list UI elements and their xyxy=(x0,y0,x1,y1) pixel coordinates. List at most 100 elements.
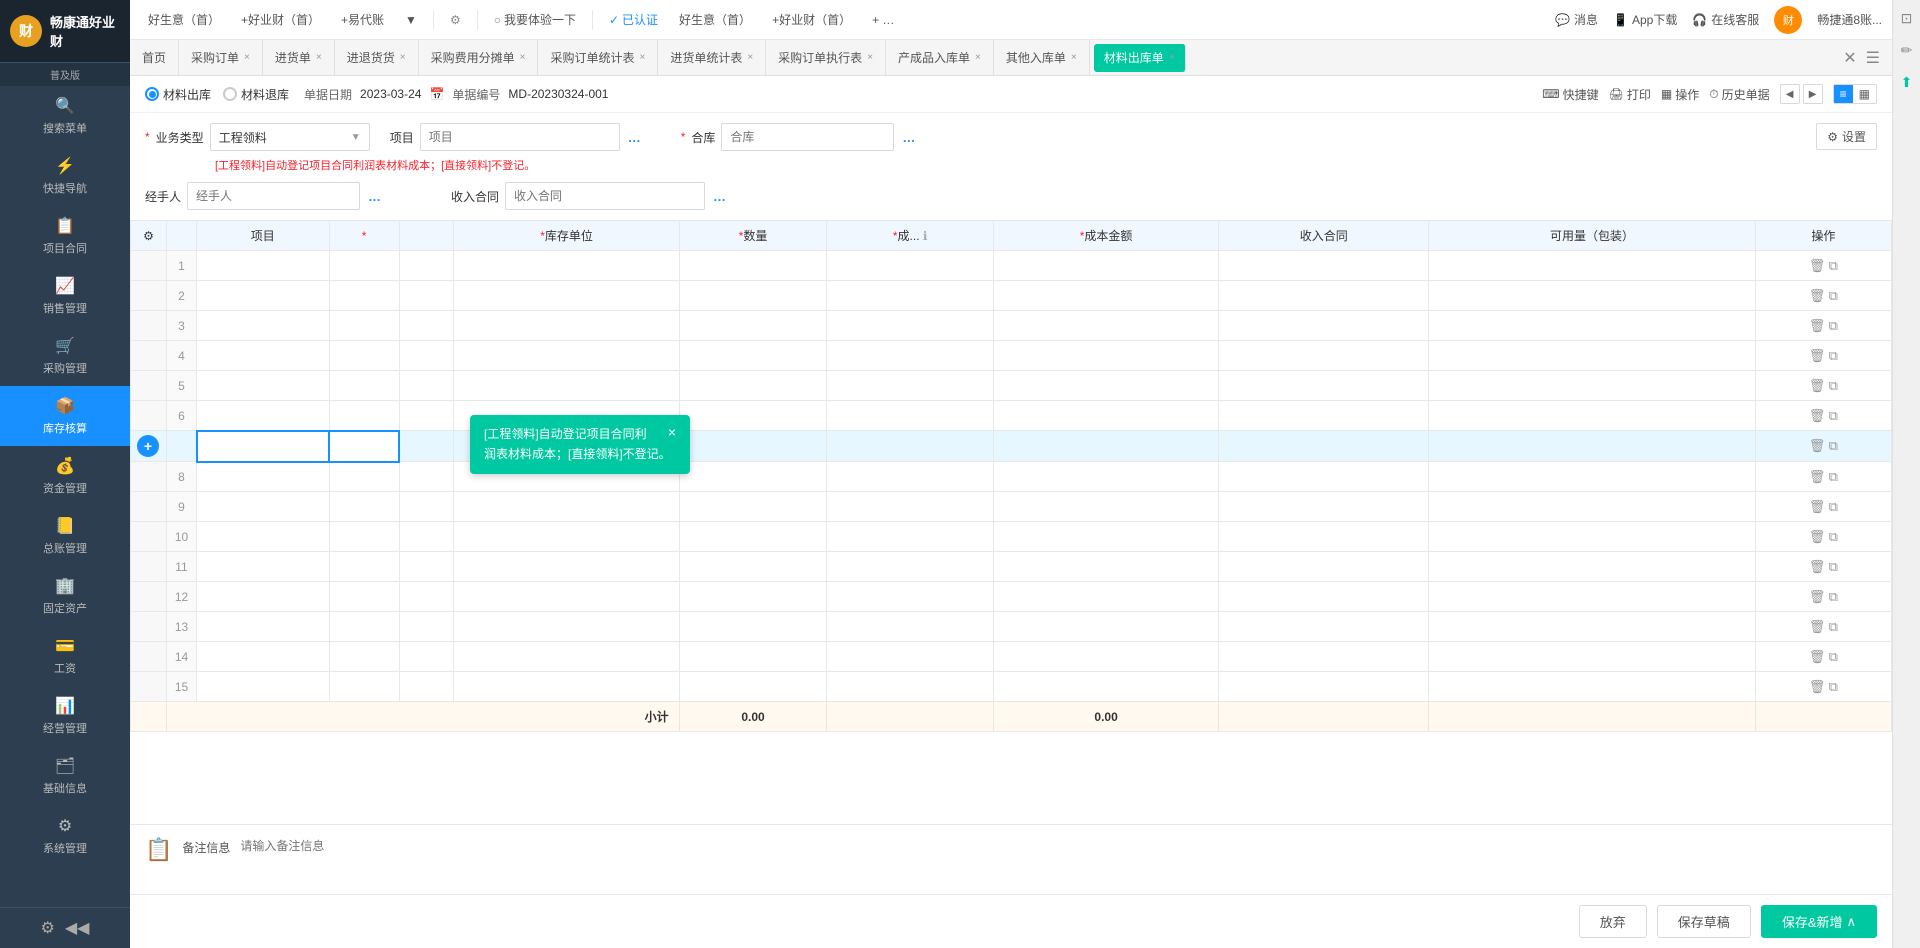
nav-gear-btn[interactable]: ⚙ xyxy=(442,0,469,40)
td-cost-amount[interactable] xyxy=(993,642,1218,672)
td-stock-unit[interactable] xyxy=(454,251,679,281)
td-material[interactable] xyxy=(329,341,399,371)
td-project[interactable] xyxy=(197,371,330,401)
tab-close-icon[interactable]: × xyxy=(520,52,526,63)
delete-icon[interactable]: 🗑 xyxy=(1809,499,1826,514)
copy-icon[interactable]: ⧉ xyxy=(1829,258,1838,273)
td-cost-price[interactable] xyxy=(827,371,994,401)
td-cost-amount[interactable] xyxy=(993,612,1218,642)
delete-icon[interactable]: 🗑 xyxy=(1809,378,1826,393)
td-stock-unit[interactable] xyxy=(454,371,679,401)
copy-icon[interactable]: ⧉ xyxy=(1829,348,1838,363)
shortcut-btn[interactable]: ⌨ 快捷键 xyxy=(1542,86,1598,103)
td-stock-unit[interactable] xyxy=(454,582,679,612)
td-spec[interactable] xyxy=(399,281,454,311)
td-spec[interactable] xyxy=(399,371,454,401)
add-row-icon[interactable]: + xyxy=(137,435,159,457)
nav-more[interactable]: + … xyxy=(864,0,902,40)
td-project[interactable] xyxy=(197,642,330,672)
nav-haoyecai[interactable]: +好业财（首） xyxy=(233,0,328,40)
sidebar-item-management[interactable]: 📊 经营管理 xyxy=(0,686,130,746)
td-cost-price[interactable] xyxy=(827,612,994,642)
td-cost-price-active[interactable] xyxy=(827,431,994,462)
td-spec-active[interactable] xyxy=(399,431,454,462)
tab-purchase-order[interactable]: 采购订单 × xyxy=(179,40,263,76)
td-quantity[interactable] xyxy=(679,522,827,552)
copy-icon[interactable]: ⧉ xyxy=(1829,408,1838,423)
copy-icon[interactable]: ⧉ xyxy=(1829,499,1838,514)
td-income-contract[interactable] xyxy=(1219,492,1429,522)
copy-icon[interactable]: ⧉ xyxy=(1829,288,1838,303)
td-material[interactable] xyxy=(329,612,399,642)
td-income-contract[interactable] xyxy=(1219,672,1429,702)
td-quantity[interactable] xyxy=(679,672,827,702)
nav-haoshengyi2[interactable]: 好生意（首） xyxy=(671,0,759,40)
td-available-qty[interactable] xyxy=(1429,492,1755,522)
settings-icon[interactable]: ⚙ xyxy=(41,918,55,938)
td-spec[interactable] xyxy=(399,341,454,371)
sidebar-item-project[interactable]: 📋 项目合同 xyxy=(0,206,130,266)
td-spec[interactable] xyxy=(399,401,454,431)
sidebar-item-salary[interactable]: 💳 工资 xyxy=(0,626,130,686)
project-input[interactable] xyxy=(420,123,620,151)
nav-haoyecai2[interactable]: +好业财（首） xyxy=(764,0,859,40)
copy-icon[interactable]: ⧉ xyxy=(1829,318,1838,333)
td-cost-amount[interactable] xyxy=(993,672,1218,702)
td-income-contract-active[interactable] xyxy=(1219,431,1429,462)
td-available-qty[interactable] xyxy=(1429,612,1755,642)
td-cost-amount[interactable] xyxy=(993,311,1218,341)
save-new-button[interactable]: 保存&新增 ∧ xyxy=(1761,905,1877,938)
income-contract-input[interactable] xyxy=(505,182,705,210)
td-income-contract[interactable] xyxy=(1219,642,1429,672)
td-quantity[interactable] xyxy=(679,642,827,672)
td-quantity[interactable] xyxy=(679,462,827,492)
td-stock-unit[interactable] xyxy=(454,552,679,582)
more-tabs-icon[interactable]: ☰ xyxy=(1864,46,1882,70)
td-spec[interactable] xyxy=(399,251,454,281)
td-available-qty[interactable] xyxy=(1429,341,1755,371)
tab-close-icon[interactable]: × xyxy=(1169,52,1175,63)
copy-icon[interactable]: ⧉ xyxy=(1829,438,1838,453)
project-ellipsis-btn[interactable]: … xyxy=(628,130,641,145)
td-income-contract[interactable] xyxy=(1219,462,1429,492)
td-project-active[interactable] xyxy=(197,431,330,462)
tab-purchase-stat[interactable]: 采购订单统计表 × xyxy=(538,40,658,76)
warehouse-input[interactable] xyxy=(721,123,894,151)
td-material[interactable] xyxy=(329,552,399,582)
td-cost-price[interactable] xyxy=(827,401,994,431)
td-cost-price[interactable] xyxy=(827,462,994,492)
user-avatar[interactable]: 财 xyxy=(1774,6,1802,34)
handler-ellipsis-btn[interactable]: … xyxy=(368,189,381,204)
copy-icon[interactable]: ⧉ xyxy=(1829,378,1838,393)
td-project[interactable] xyxy=(197,311,330,341)
td-quantity[interactable] xyxy=(679,582,827,612)
td-cost-amount[interactable] xyxy=(993,281,1218,311)
close-tab-icon[interactable]: ✕ xyxy=(1841,46,1858,70)
nav-haoshengyi[interactable]: 好生意（首） xyxy=(140,0,228,40)
message-btn[interactable]: 💬 消息 xyxy=(1555,11,1598,28)
td-income-contract[interactable] xyxy=(1219,251,1429,281)
note-input[interactable] xyxy=(240,833,1877,869)
sidebar-item-assets[interactable]: 🏢 固定资产 xyxy=(0,566,130,626)
td-available-qty[interactable] xyxy=(1429,522,1755,552)
tab-close-icon[interactable]: × xyxy=(975,52,981,63)
copy-icon[interactable]: ⧉ xyxy=(1829,619,1838,634)
copy-icon[interactable]: ⧉ xyxy=(1829,679,1838,694)
delete-icon[interactable]: 🗑 xyxy=(1809,589,1826,604)
sidebar-item-inventory[interactable]: 📦 库存核算 xyxy=(0,386,130,446)
td-material[interactable] xyxy=(329,371,399,401)
td-spec[interactable] xyxy=(399,672,454,702)
td-cost-amount-active[interactable] xyxy=(993,431,1218,462)
td-material[interactable] xyxy=(329,251,399,281)
info-icon[interactable]: ℹ xyxy=(923,229,928,243)
td-spec[interactable] xyxy=(399,522,454,552)
td-stock-unit[interactable] xyxy=(454,492,679,522)
sidebar-item-basic[interactable]: 🗂 基础信息 xyxy=(0,746,130,806)
td-income-contract[interactable] xyxy=(1219,371,1429,401)
biz-type-select[interactable]: 工程领料 ▼ xyxy=(210,123,370,151)
td-cost-amount[interactable] xyxy=(993,371,1218,401)
td-stock-unit[interactable] xyxy=(454,522,679,552)
td-project[interactable] xyxy=(197,582,330,612)
td-cost-amount[interactable] xyxy=(993,251,1218,281)
td-available-qty[interactable] xyxy=(1429,311,1755,341)
